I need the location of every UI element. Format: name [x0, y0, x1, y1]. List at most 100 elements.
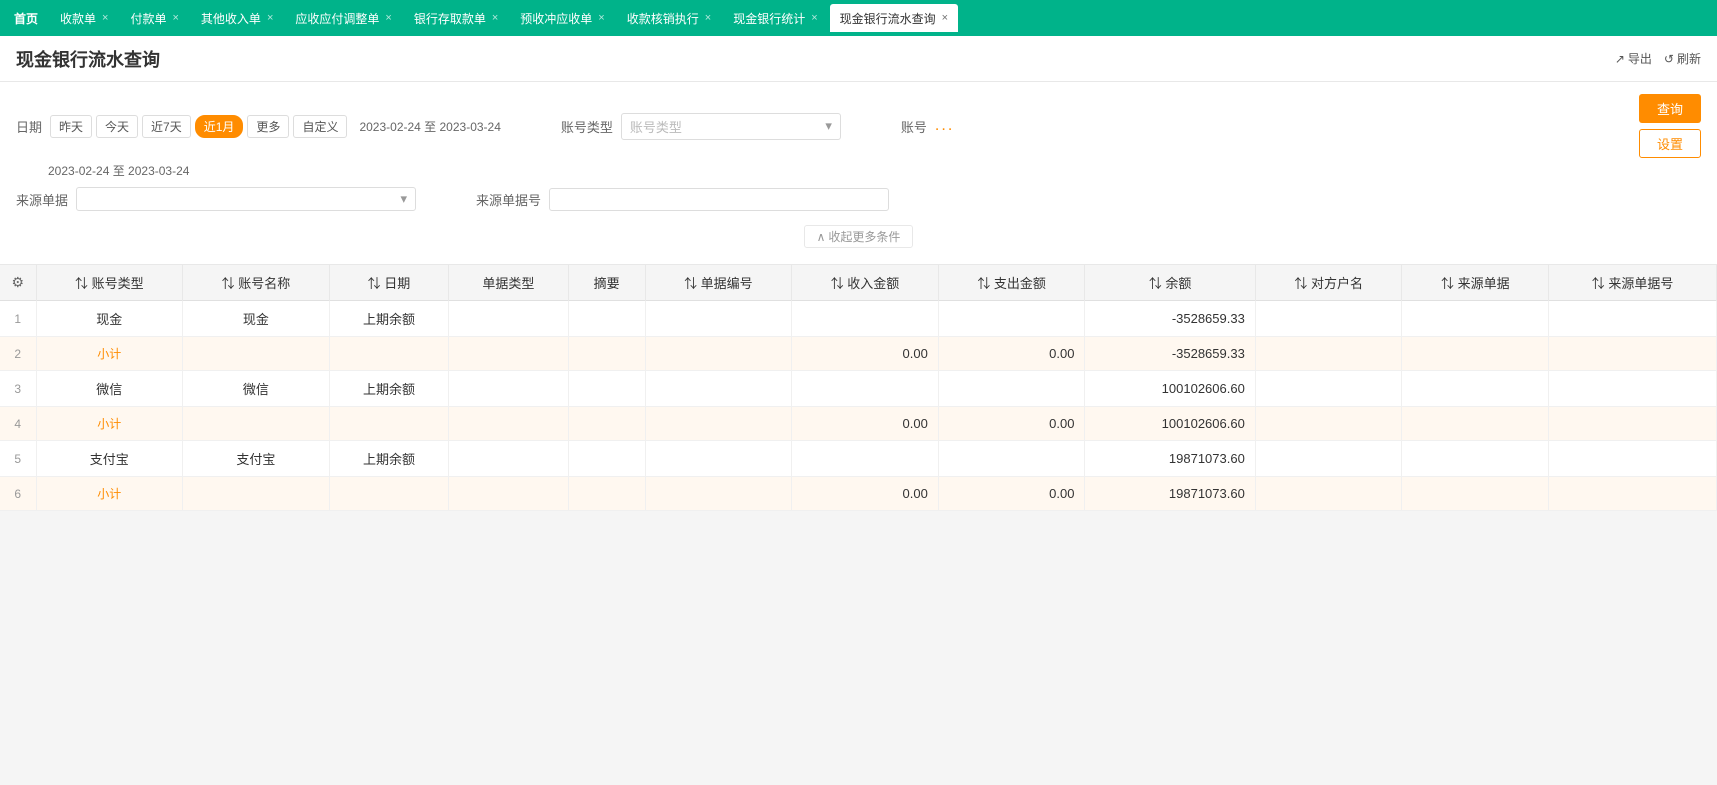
- col-balance[interactable]: ⇅ 余额: [1085, 265, 1255, 301]
- data-table: ⚙ ⇅ 账号类型 ⇅ 账号名称 ⇅ 日期 单据类型 摘要 ⇅ 单: [0, 265, 1717, 511]
- close-receipt-icon[interactable]: ×: [102, 12, 108, 24]
- cell-expense: 0.00: [938, 337, 1085, 371]
- date-range-display: 2023-02-24 至 2023-03-24: [359, 118, 500, 135]
- top-navigation: 首页 收款单 × 付款单 × 其他收入单 × 应收应付调整单 × 银行存取款单 …: [0, 0, 1717, 36]
- date-label: 日期: [16, 117, 42, 136]
- filter-row-1: 日期 昨天 今天 近7天 近1月 更多 自定义 2023-02-24 至 202…: [16, 94, 1701, 158]
- account-type-filter: 账号类型 账号类型 ▾: [561, 113, 841, 140]
- date-btn-today[interactable]: 今天: [96, 115, 138, 138]
- nav-tab-collect-exec[interactable]: 收款核销执行 ×: [617, 4, 721, 32]
- col-source-doc-no[interactable]: ⇅ 来源单据号: [1549, 265, 1717, 301]
- date-btn-yesterday[interactable]: 昨天: [50, 115, 92, 138]
- cell-account-name: [183, 337, 330, 371]
- source-doc-filter: 来源单据 ▾: [16, 187, 416, 211]
- col-expense-label: ⇅ 支出金额: [977, 276, 1046, 291]
- date-btn-custom[interactable]: 自定义: [293, 115, 347, 138]
- col-doc-no[interactable]: ⇅ 单据编号: [645, 265, 792, 301]
- close-bank-deposit-icon[interactable]: ×: [492, 12, 498, 24]
- cell-doc-type: [449, 337, 568, 371]
- cell-source-doc: [1402, 441, 1549, 477]
- export-button[interactable]: ↗ 导出: [1615, 50, 1652, 67]
- cell-account-name: 支付宝: [183, 441, 330, 477]
- refresh-button[interactable]: ↺ 刷新: [1664, 50, 1701, 67]
- account-label: 账号: [901, 117, 927, 136]
- cell-income: [792, 441, 939, 477]
- cell-account-type: 现金: [36, 301, 183, 337]
- date-btn-more[interactable]: 更多: [247, 115, 289, 138]
- cell-income: 0.00: [792, 407, 939, 441]
- col-expense[interactable]: ⇅ 支出金额: [938, 265, 1085, 301]
- cell-balance: -3528659.33: [1085, 337, 1255, 371]
- nav-tab-home[interactable]: 首页: [4, 4, 48, 32]
- table-row: 5支付宝支付宝上期余额19871073.60: [0, 441, 1717, 477]
- nav-tab-cash-bank-stat[interactable]: 现金银行统计 ×: [723, 4, 827, 32]
- nav-tab-receipt[interactable]: 收款单 ×: [50, 4, 118, 32]
- table-header-row: ⚙ ⇅ 账号类型 ⇅ 账号名称 ⇅ 日期 单据类型 摘要 ⇅ 单: [0, 265, 1717, 301]
- cell-expense: 0.00: [938, 407, 1085, 441]
- col-date[interactable]: ⇅ 日期: [329, 265, 448, 301]
- cell-account-name: [183, 407, 330, 441]
- export-icon: ↗: [1615, 52, 1625, 66]
- cell-source-doc: [1402, 301, 1549, 337]
- cell-date: 上期余额: [329, 301, 448, 337]
- close-payment-icon[interactable]: ×: [172, 12, 178, 24]
- nav-tab-bank-deposit[interactable]: 银行存取款单 ×: [404, 4, 508, 32]
- account-type-select[interactable]: 账号类型 ▾: [621, 113, 841, 140]
- date-options: 昨天 今天 近7天 近1月 更多 自定义: [50, 115, 347, 138]
- nav-tab-bank-deposit-label: 银行存取款单: [414, 10, 486, 27]
- cell-source-doc: [1402, 337, 1549, 371]
- close-collect-icon[interactable]: ×: [705, 12, 711, 24]
- cell-source-doc-no: [1549, 407, 1717, 441]
- nav-tab-other-income-label: 其他收入单: [201, 10, 261, 27]
- close-other-income-icon[interactable]: ×: [267, 12, 273, 24]
- cell-doc-no: [645, 477, 792, 511]
- cell-counterparty: [1255, 407, 1402, 441]
- cell-source-doc: [1402, 407, 1549, 441]
- nav-tab-prepay-offset[interactable]: 预收冲应收单 ×: [510, 4, 614, 32]
- source-doc-no-filter: 来源单据号: [476, 188, 889, 211]
- collapse-button[interactable]: ∧ 收起更多条件: [804, 225, 914, 248]
- cell-account-name: [183, 477, 330, 511]
- nav-tab-flow-label: 现金银行流水查询: [840, 10, 936, 27]
- refresh-icon: ↺: [1664, 52, 1674, 66]
- close-stat-icon[interactable]: ×: [811, 12, 817, 24]
- col-settings[interactable]: ⚙: [0, 265, 36, 301]
- source-doc-no-input[interactable]: [549, 188, 889, 211]
- col-doc-no-label: ⇅ 单据编号: [684, 276, 753, 291]
- close-flow-icon[interactable]: ×: [942, 12, 948, 24]
- col-doc-type[interactable]: 单据类型: [449, 265, 568, 301]
- chevron-down-icon-2: ▾: [400, 191, 407, 207]
- cell-date: [329, 477, 448, 511]
- cell-source-doc-no: [1549, 371, 1717, 407]
- export-label: 导出: [1628, 50, 1652, 67]
- source-doc-select[interactable]: ▾: [76, 187, 416, 211]
- close-prepay-icon[interactable]: ×: [598, 12, 604, 24]
- cell-date: [329, 337, 448, 371]
- col-income[interactable]: ⇅ 收入金额: [792, 265, 939, 301]
- account-dots[interactable]: ...: [935, 117, 954, 135]
- query-button[interactable]: 查询: [1639, 94, 1701, 123]
- settings-button[interactable]: 设置: [1639, 129, 1701, 158]
- date-btn-1month[interactable]: 近1月: [195, 115, 244, 138]
- nav-tab-cash-bank-flow[interactable]: 现金银行流水查询 ×: [830, 4, 958, 32]
- cell-balance: -3528659.33: [1085, 301, 1255, 337]
- col-account-type[interactable]: ⇅ 账号类型: [36, 265, 183, 301]
- date-btn-7days[interactable]: 近7天: [142, 115, 191, 138]
- col-account-name[interactable]: ⇅ 账号名称: [183, 265, 330, 301]
- nav-tab-payment[interactable]: 付款单 ×: [120, 4, 188, 32]
- cell-doc-type: [449, 441, 568, 477]
- cell-source-doc: [1402, 371, 1549, 407]
- col-counterparty-label: ⇅ 对方户名: [1294, 276, 1363, 291]
- cell-counterparty: [1255, 477, 1402, 511]
- row-num: 1: [0, 301, 36, 337]
- nav-tab-other-income[interactable]: 其他收入单 ×: [191, 4, 283, 32]
- col-source-doc[interactable]: ⇅ 来源单据: [1402, 265, 1549, 301]
- nav-tab-ar-ap-adjust[interactable]: 应收应付调整单 ×: [285, 4, 401, 32]
- data-table-container: ⚙ ⇅ 账号类型 ⇅ 账号名称 ⇅ 日期 单据类型 摘要 ⇅ 单: [0, 265, 1717, 511]
- col-counterparty[interactable]: ⇅ 对方户名: [1255, 265, 1402, 301]
- col-summary[interactable]: 摘要: [568, 265, 645, 301]
- gear-icon: ⚙: [11, 274, 24, 290]
- cell-summary: [568, 301, 645, 337]
- close-ar-ap-icon[interactable]: ×: [385, 12, 391, 24]
- collapse-row: ∧ 收起更多条件: [16, 221, 1701, 252]
